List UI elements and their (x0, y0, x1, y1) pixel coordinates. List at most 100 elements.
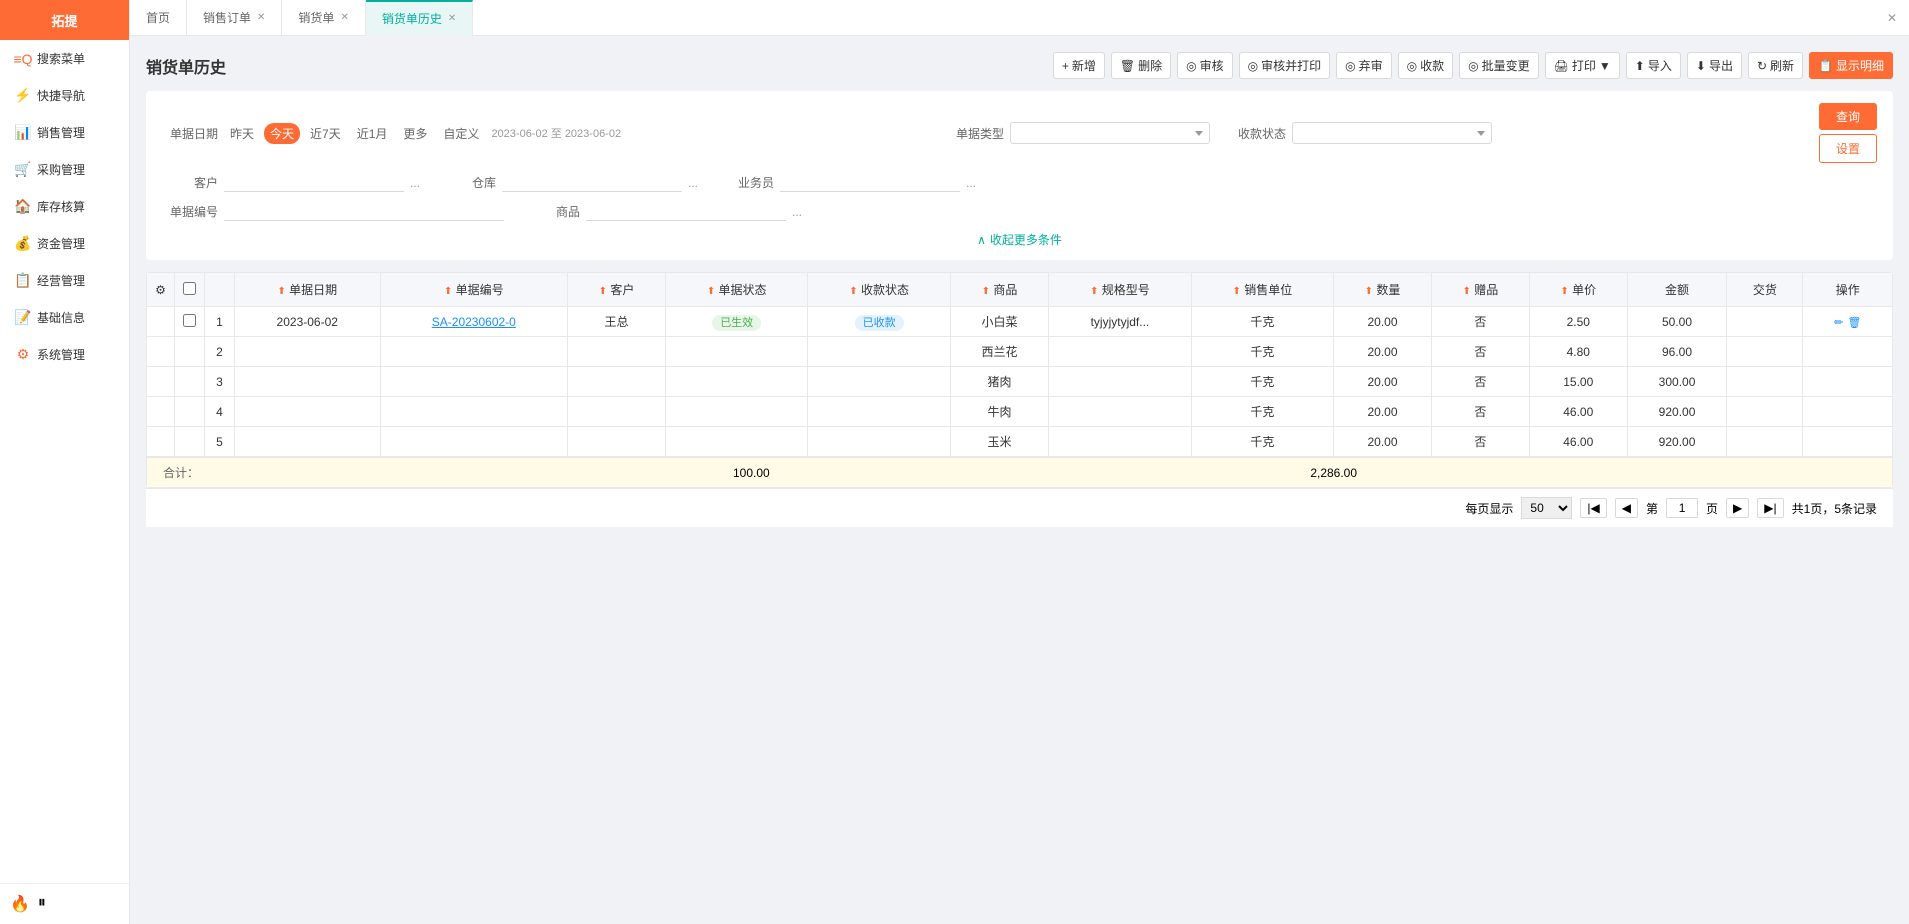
th-doc-date[interactable]: ⬆ 单据日期 (235, 273, 381, 307)
import-button[interactable]: ⬆ 导入 (1626, 52, 1681, 79)
batch-change-button[interactable]: ◎ 批量变更 (1459, 52, 1539, 79)
sidebar-item-sales-mgmt[interactable]: 📊 销售管理 (0, 114, 129, 151)
close-sales-order-tab[interactable]: ✕ (257, 12, 265, 23)
salesperson-label: 业务员 (718, 174, 774, 191)
tab-sales-order[interactable]: 销售订单 ✕ (187, 0, 282, 36)
th-amount[interactable]: 金额 (1627, 273, 1727, 307)
close-sales-delivery-tab[interactable]: ✕ (340, 12, 348, 23)
cell-doc-status: 已生效 (665, 307, 807, 337)
cell-doc-no[interactable] (380, 427, 568, 457)
close-all-tabs[interactable]: ✕ (1875, 11, 1909, 25)
first-page-button[interactable]: |◀ (1580, 498, 1606, 518)
fire-icon[interactable]: 🔥 (10, 894, 30, 914)
cell-payment-status (808, 397, 950, 427)
th-qty[interactable]: ⬆ 数量 (1334, 273, 1432, 307)
print-button[interactable]: 🖨 打印 ▼ (1545, 52, 1620, 79)
product-input[interactable] (586, 202, 786, 221)
tab-home[interactable]: 首页 (130, 0, 187, 36)
show-detail-button[interactable]: 📋 显示明细 (1809, 52, 1893, 79)
current-page-input[interactable] (1666, 498, 1698, 518)
date-yesterday[interactable]: 昨天 (224, 123, 260, 144)
sidebar-item-purchase-mgmt[interactable]: 🛒 采购管理 (0, 151, 129, 188)
payment-status-select[interactable] (1292, 122, 1492, 144)
salesperson-more[interactable]: ... (966, 176, 976, 190)
cell-doc-no[interactable] (380, 397, 568, 427)
warehouse-input[interactable] (502, 173, 682, 192)
th-gear[interactable]: ⚙ (147, 273, 175, 307)
select-all-checkbox[interactable] (183, 282, 196, 295)
cell-action[interactable] (1803, 367, 1893, 397)
sidebar-item-quick-nav[interactable]: ⚡ 快捷导航 (0, 77, 129, 114)
sidebar-item-operations[interactable]: 📋 经营管理 (0, 262, 129, 299)
doc-no-link[interactable]: SA-20230602-0 (432, 315, 516, 329)
close-sales-history-tab[interactable]: ✕ (448, 13, 456, 24)
audit-button[interactable]: ◎ 审核 (1177, 52, 1233, 79)
product-more[interactable]: ... (792, 205, 802, 219)
th-unit-price[interactable]: ⬆ 单价 (1529, 273, 1627, 307)
th-product[interactable]: ⬆ 商品 (950, 273, 1048, 307)
cell-checkbox[interactable] (175, 427, 205, 457)
abandon-button[interactable]: ◎ 弃审 (1336, 52, 1392, 79)
th-unit[interactable]: ⬆ 销售单位 (1191, 273, 1333, 307)
set-button[interactable]: 设置 (1819, 134, 1877, 163)
doc-type-select[interactable] (1010, 122, 1210, 144)
cell-action[interactable] (1803, 397, 1893, 427)
cell-checkbox[interactable] (175, 397, 205, 427)
warehouse-more[interactable]: ... (688, 176, 698, 190)
date-more[interactable]: 更多 (397, 123, 433, 144)
collapse-button[interactable]: ∧ 收起更多条件 (162, 231, 1877, 248)
prev-page-button[interactable]: ◀ (1615, 498, 1638, 518)
th-doc-no[interactable]: ⬆ 单据编号 (380, 273, 568, 307)
edit-action[interactable]: ✏ (1834, 317, 1843, 329)
cell-checkbox[interactable] (175, 337, 205, 367)
collect-button[interactable]: ◎ 收款 (1398, 52, 1454, 79)
cell-checkbox[interactable] (175, 367, 205, 397)
next-page-button[interactable]: ▶ (1726, 498, 1749, 518)
th-customer[interactable]: ⬆ 客户 (568, 273, 666, 307)
tab-sales-history[interactable]: 销货单历史 ✕ (366, 0, 473, 36)
sidebar-item-inventory[interactable]: 🏠 库存核算 (0, 188, 129, 225)
cell-action[interactable] (1803, 337, 1893, 367)
sidebar-item-system-mgmt[interactable]: ⚙ 系统管理 (0, 336, 129, 373)
th-payment-status[interactable]: ⬆ 收款状态 (808, 273, 950, 307)
date-today[interactable]: 今天 (264, 123, 300, 144)
cell-doc-no[interactable] (380, 367, 568, 397)
page-title: 销货单历史 (146, 54, 226, 78)
cell-trade (1727, 307, 1803, 337)
refresh-button[interactable]: ↻ 刷新 (1748, 52, 1803, 79)
cell-checkbox[interactable] (175, 307, 205, 337)
export-button[interactable]: ⬇ 导出 (1687, 52, 1742, 79)
basic-info-icon: 📝 (15, 310, 31, 326)
date-1month[interactable]: 近1月 (351, 123, 394, 144)
cell-doc-no[interactable]: SA-20230602-0 (380, 307, 568, 337)
delete-action[interactable]: 🗑 (1847, 317, 1861, 329)
last-page-button[interactable]: ▶| (1757, 498, 1783, 518)
th-gift[interactable]: ⬆ 赠品 (1431, 273, 1529, 307)
filter-docno-item: 单据编号 (162, 202, 504, 221)
delete-button[interactable]: 🗑 删除 (1111, 52, 1171, 79)
sidebar-item-search-menu[interactable]: ≡Q 搜索菜单 (0, 40, 129, 77)
cell-doc-status (665, 337, 807, 367)
date-7days[interactable]: 近7天 (304, 123, 347, 144)
cell-payment-status: 已收款 (808, 307, 950, 337)
cell-doc-no[interactable] (380, 337, 568, 367)
customer-input[interactable] (224, 173, 404, 192)
audit-print-button[interactable]: ◎ 审核并打印 (1239, 52, 1331, 79)
tab-sales-delivery[interactable]: 销货单 ✕ (282, 0, 365, 36)
th-doc-status[interactable]: ⬆ 单据状态 (665, 273, 807, 307)
sidebar-item-basic-info[interactable]: 📝 基础信息 (0, 299, 129, 336)
add-button[interactable]: + 新增 (1053, 52, 1105, 79)
query-button[interactable]: 查询 (1819, 103, 1877, 130)
date-custom[interactable]: 自定义 (437, 123, 485, 144)
sidebar-item-finance[interactable]: 💰 资金管理 (0, 225, 129, 262)
docno-input[interactable] (224, 202, 504, 221)
pause-icon[interactable]: ⏸ (38, 894, 46, 914)
cell-action[interactable]: ✏🗑 (1803, 307, 1893, 337)
page-size-select[interactable]: 20 50 100 (1521, 497, 1572, 519)
th-seq (205, 273, 235, 307)
cell-action[interactable] (1803, 427, 1893, 457)
row-checkbox[interactable] (183, 314, 196, 327)
customer-more[interactable]: ... (410, 176, 420, 190)
th-spec[interactable]: ⬆ 规格型号 (1049, 273, 1191, 307)
salesperson-input[interactable] (780, 173, 960, 192)
